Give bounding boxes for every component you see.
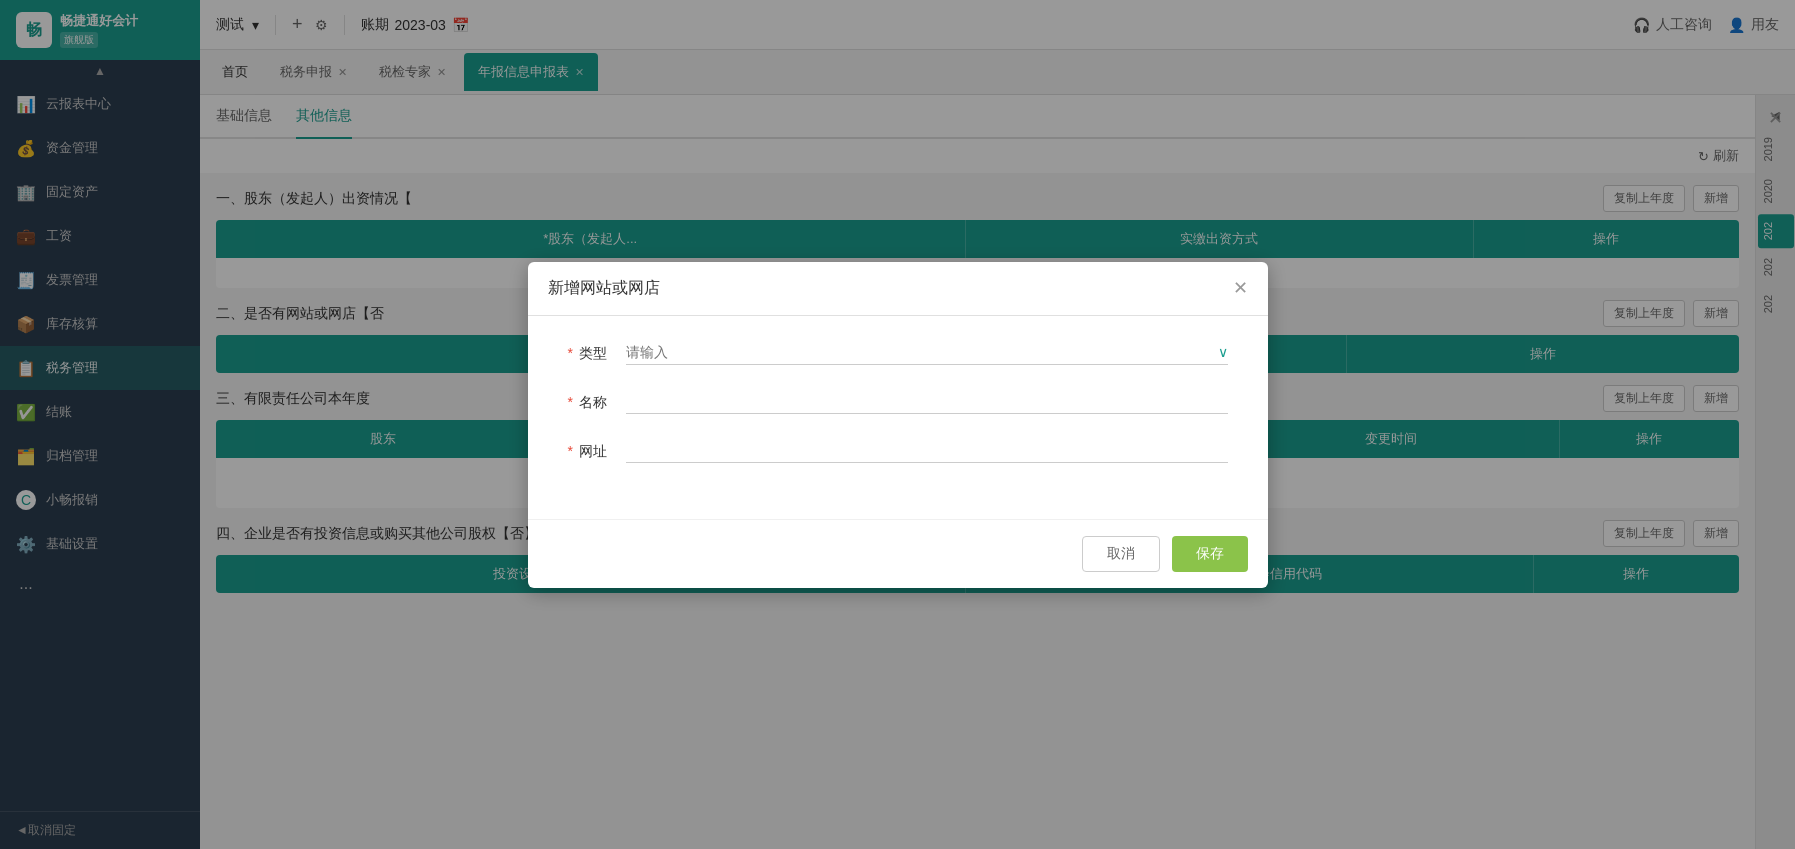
name-input[interactable] bbox=[626, 393, 1228, 409]
name-input-wrapper[interactable] bbox=[626, 393, 1228, 414]
cancel-button[interactable]: 取消 bbox=[1082, 536, 1160, 572]
modal-field-name: * 名称 bbox=[568, 393, 1228, 414]
modal-body: * 类型 ∨ * 名称 * bbox=[528, 316, 1268, 519]
url-input-wrapper[interactable] bbox=[626, 442, 1228, 463]
type-dropdown-icon[interactable]: ∨ bbox=[1218, 344, 1228, 360]
url-field-label: * 网址 bbox=[568, 443, 618, 461]
modal-header: 新增网站或网店 ✕ bbox=[528, 262, 1268, 316]
name-field-label: * 名称 bbox=[568, 394, 618, 412]
type-field-label: * 类型 bbox=[568, 345, 618, 363]
modal-footer: 取消 保存 bbox=[528, 519, 1268, 588]
modal-field-url: * 网址 bbox=[568, 442, 1228, 463]
modal-close-button[interactable]: ✕ bbox=[1233, 279, 1248, 297]
modal-add-website: 新增网站或网店 ✕ * 类型 ∨ * 名称 bbox=[528, 262, 1268, 588]
type-input-wrapper[interactable]: ∨ bbox=[626, 344, 1228, 365]
modal-title: 新增网站或网店 bbox=[548, 278, 660, 299]
url-input[interactable] bbox=[626, 442, 1228, 458]
type-input[interactable] bbox=[626, 344, 1218, 360]
modal-field-type: * 类型 ∨ bbox=[568, 344, 1228, 365]
modal-overlay[interactable]: 新增网站或网店 ✕ * 类型 ∨ * 名称 bbox=[0, 0, 1795, 849]
save-button[interactable]: 保存 bbox=[1172, 536, 1248, 572]
